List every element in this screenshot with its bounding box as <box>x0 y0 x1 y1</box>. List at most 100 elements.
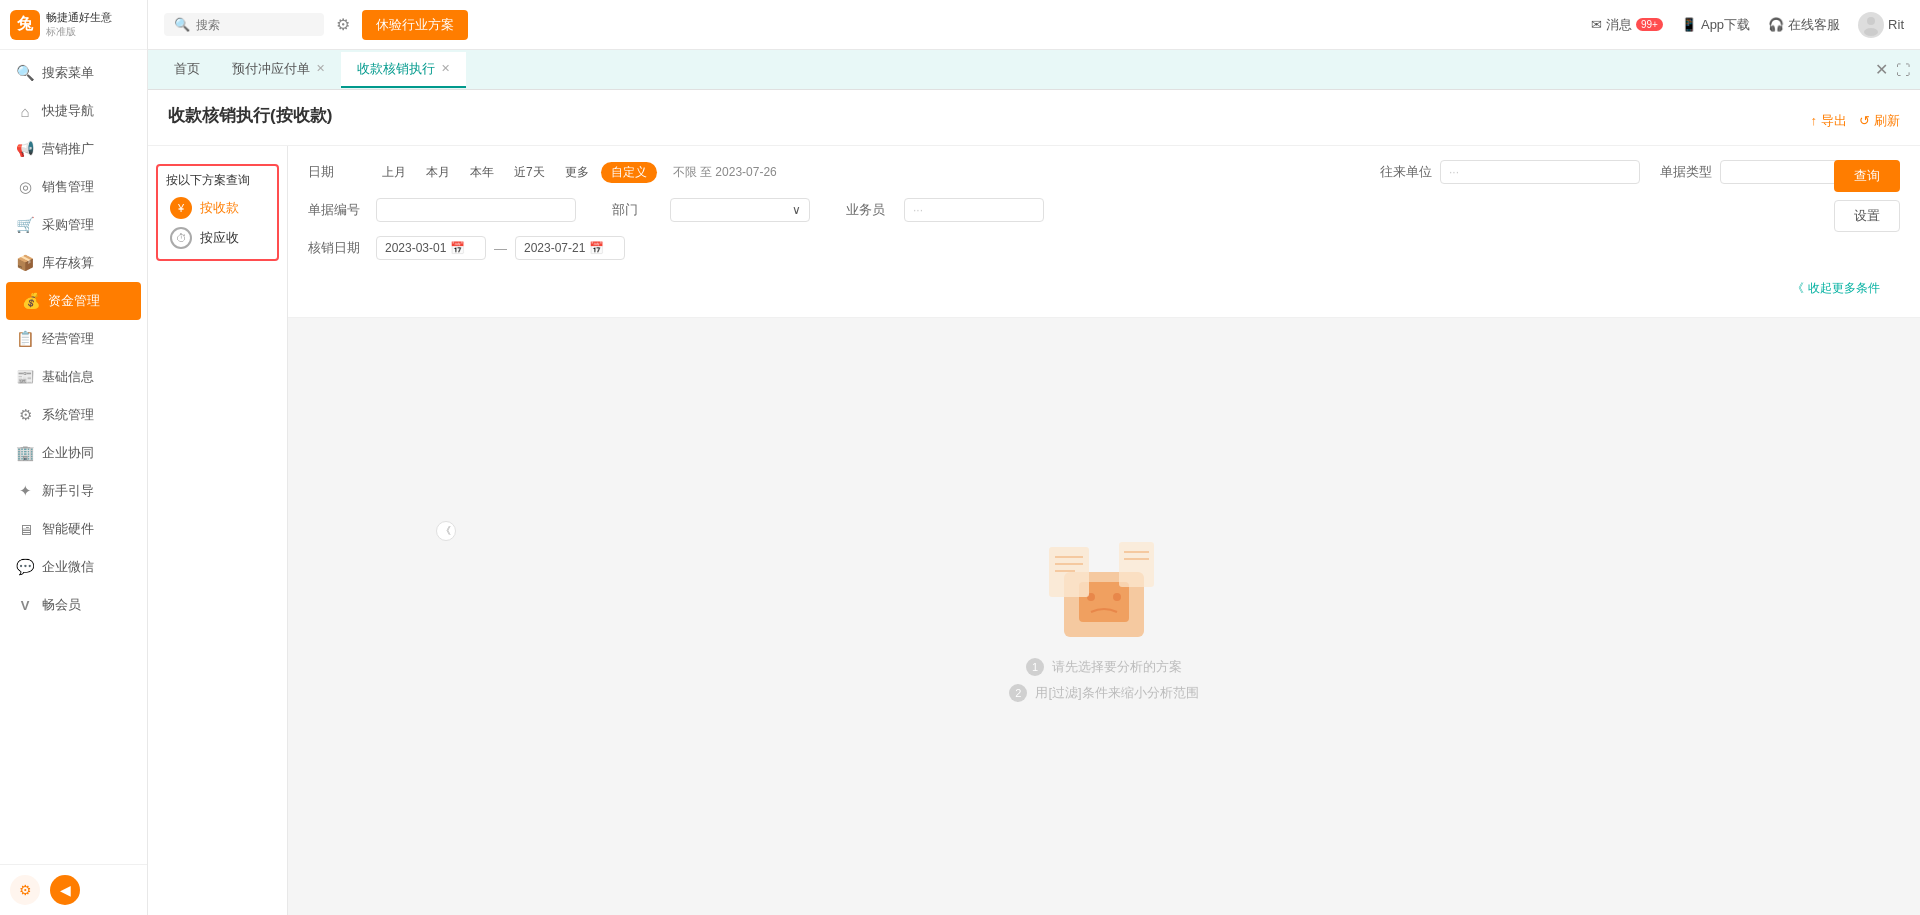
sidebar-item-sales[interactable]: ◎ 销售管理 <box>0 168 147 206</box>
sidebar-item-guide[interactable]: ✦ 新手引导 <box>0 472 147 510</box>
partner-label: 往来单位 <box>1380 163 1432 181</box>
empty-illustration <box>1039 532 1169 642</box>
panel-collapse-arrow[interactable]: 《 <box>436 521 456 541</box>
sidebar-item-marketing[interactable]: 📢 营销推广 <box>0 130 147 168</box>
sidebar-bottom: ⚙ ◀ <box>0 864 147 915</box>
svg-point-5 <box>1113 593 1121 601</box>
filter-item-by-receipt[interactable]: ¥ 按收款 <box>166 189 269 223</box>
sidebar-item-operation[interactable]: 📋 经营管理 <box>0 320 147 358</box>
sidebar-item-basic-info[interactable]: 📰 基础信息 <box>0 358 147 396</box>
date-options: 上月 本月 本年 近7天 更多 自定义 <box>374 161 657 184</box>
staff-input[interactable]: ··· <box>904 198 1044 222</box>
logo-text-block: 畅捷通好生意 标准版 <box>46 10 112 38</box>
user-area[interactable]: Rit <box>1858 12 1904 38</box>
close-window-icon[interactable]: ✕ <box>1875 60 1888 79</box>
refresh-icon: ↺ <box>1859 113 1870 128</box>
write-off-date-range: 2023-03-01 📅 — 2023-07-21 📅 <box>376 236 625 260</box>
sidebar-item-member[interactable]: V 畅会员 <box>0 586 147 624</box>
tab-receipt[interactable]: 收款核销执行 ✕ <box>341 52 466 88</box>
query-row-1: 日期 上月 本月 本年 近7天 更多 自定义 不限 至 2023-07-26 <box>308 160 1900 184</box>
expand-icon[interactable]: ⛶ <box>1896 62 1910 78</box>
sidebar-item-label: 企业协同 <box>42 444 94 462</box>
date-btn-this-month[interactable]: 本月 <box>418 161 458 184</box>
date-btn-7days[interactable]: 近7天 <box>506 161 553 184</box>
inventory-icon: 📦 <box>16 254 34 272</box>
partner-input[interactable]: ··· <box>1440 160 1640 184</box>
sidebar-item-label: 销售管理 <box>42 178 94 196</box>
doc-type-label: 单据类型 <box>1660 163 1712 181</box>
sales-icon: ◎ <box>16 178 34 196</box>
app-logo: 兔 畅捷通好生意 标准版 <box>0 0 147 50</box>
export-btn[interactable]: ↑ 导出 <box>1811 112 1848 130</box>
date-btn-this-year[interactable]: 本年 <box>462 161 502 184</box>
settings-icon[interactable]: ⚙ <box>10 875 40 905</box>
tab-label: 首页 <box>174 60 200 78</box>
tab-close-icon[interactable]: ✕ <box>316 62 325 75</box>
tab-label: 预付冲应付单 <box>232 60 310 78</box>
write-off-start-input[interactable]: 2023-03-01 📅 <box>376 236 486 260</box>
calendar-icon[interactable]: 📅 <box>589 241 604 255</box>
filter-item-by-receivable[interactable]: ⏱ 按应收 <box>166 223 269 253</box>
sidebar-item-funds[interactable]: 💰 资金管理 <box>6 282 141 320</box>
sidebar-item-search[interactable]: 🔍 搜索菜单 <box>0 54 147 92</box>
collapse-more-btn[interactable]: 《 收起更多条件 <box>308 274 1900 303</box>
online-service-btn[interactable]: 🎧 在线客服 <box>1768 16 1840 34</box>
tab-close-icon[interactable]: ✕ <box>441 62 450 75</box>
sidebar-item-label: 经营管理 <box>42 330 94 348</box>
topbar-search-box[interactable]: 🔍 <box>164 13 324 36</box>
refresh-btn[interactable]: ↺ 刷新 <box>1859 112 1900 130</box>
query-btn[interactable]: 查询 <box>1834 160 1900 192</box>
doc-no-label: 单据编号 <box>308 201 360 219</box>
sidebar-item-label: 快捷导航 <box>42 102 94 120</box>
tab-prepay[interactable]: 预付冲应付单 ✕ <box>216 52 341 88</box>
sidebar-collapse-btn[interactable]: ◀ <box>50 875 80 905</box>
sidebar-item-shortcut[interactable]: ⌂ 快捷导航 <box>0 92 147 130</box>
empty-hint-1: 1 请先选择要分析的方案 <box>1026 658 1182 676</box>
sidebar-item-enterprise[interactable]: 🏢 企业协同 <box>0 434 147 472</box>
sidebar-item-system[interactable]: ⚙ 系统管理 <box>0 396 147 434</box>
sidebar-item-label: 系统管理 <box>42 406 94 424</box>
empty-state: 1 请先选择要分析的方案 2 用[过滤]条件来缩小分析范围 <box>288 318 1920 915</box>
tab-home[interactable]: 首页 <box>158 52 216 88</box>
sidebar-item-purchase[interactable]: 🛒 采购管理 <box>0 206 147 244</box>
write-off-end-input[interactable]: 2023-07-21 📅 <box>515 236 625 260</box>
calendar-icon[interactable]: 📅 <box>450 241 465 255</box>
date-btn-more[interactable]: 更多 <box>557 161 597 184</box>
industry-btn[interactable]: 休验行业方案 <box>362 10 468 40</box>
date-separator: — <box>494 241 507 256</box>
filter-item-label: 按应收 <box>200 229 239 247</box>
export-icon: ↑ <box>1811 113 1818 128</box>
staff-label: 业务员 <box>846 201 896 219</box>
write-off-start-value: 2023-03-01 <box>385 241 446 255</box>
doc-no-input[interactable] <box>376 198 576 222</box>
app-download-btn[interactable]: 📱 App下载 <box>1681 16 1750 34</box>
purchase-icon: 🛒 <box>16 216 34 234</box>
gear-icon[interactable]: ⚙ <box>336 15 350 34</box>
sidebar-item-hardware[interactable]: 🖥 智能硬件 <box>0 510 147 548</box>
dept-select[interactable]: ∨ <box>670 198 810 222</box>
svg-point-1 <box>1864 28 1878 36</box>
sidebar-item-label: 畅会员 <box>42 596 81 614</box>
sidebar-item-inventory[interactable]: 📦 库存核算 <box>0 244 147 282</box>
search-input[interactable] <box>196 18 306 32</box>
query-row-2: 单据编号 部门 ∨ 业务员 ··· <box>308 198 1900 222</box>
settings-btn[interactable]: 设置 <box>1834 200 1900 232</box>
message-badge: 99+ <box>1636 18 1663 31</box>
sidebar-item-label: 基础信息 <box>42 368 94 386</box>
member-icon: V <box>16 598 34 613</box>
sidebar-item-label: 采购管理 <box>42 216 94 234</box>
date-btn-last-month[interactable]: 上月 <box>374 161 414 184</box>
date-label: 日期 <box>308 163 358 181</box>
enterprise-icon: 🏢 <box>16 444 34 462</box>
avatar <box>1858 12 1884 38</box>
svg-rect-10 <box>1119 542 1154 587</box>
topbar: 🔍 ⚙ 休验行业方案 ✉ 消息 99+ 📱 App下载 🎧 在线客服 <box>148 0 1920 50</box>
headphone-icon: 🎧 <box>1768 17 1784 32</box>
sidebar-item-wechat[interactable]: 💬 企业微信 <box>0 548 147 586</box>
date-btn-custom[interactable]: 自定义 <box>601 162 657 183</box>
logo-brand: 畅捷通好生意 <box>46 10 112 24</box>
receipt-filter-icon: ¥ <box>170 197 192 219</box>
tab-label: 收款核销执行 <box>357 60 435 78</box>
message-btn[interactable]: ✉ 消息 99+ <box>1591 16 1663 34</box>
staff-dots: ··· <box>913 203 923 217</box>
